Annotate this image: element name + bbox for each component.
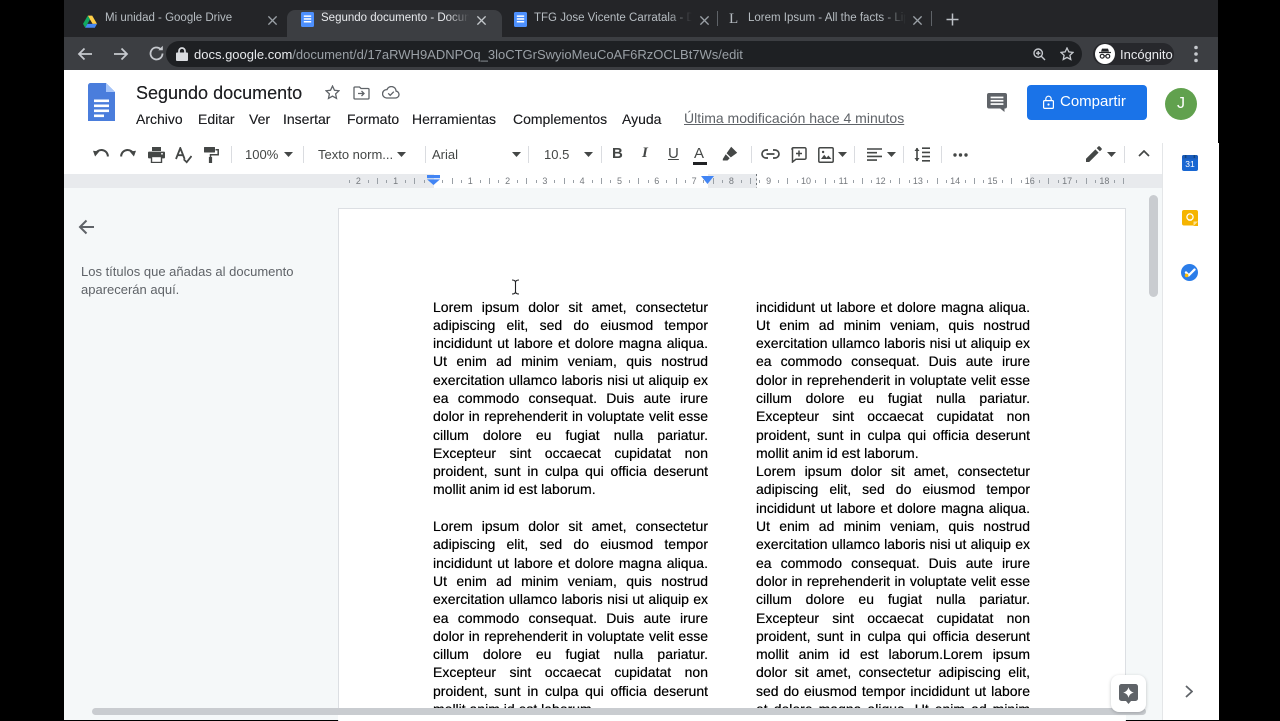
svg-text:31: 31: [1185, 159, 1195, 169]
